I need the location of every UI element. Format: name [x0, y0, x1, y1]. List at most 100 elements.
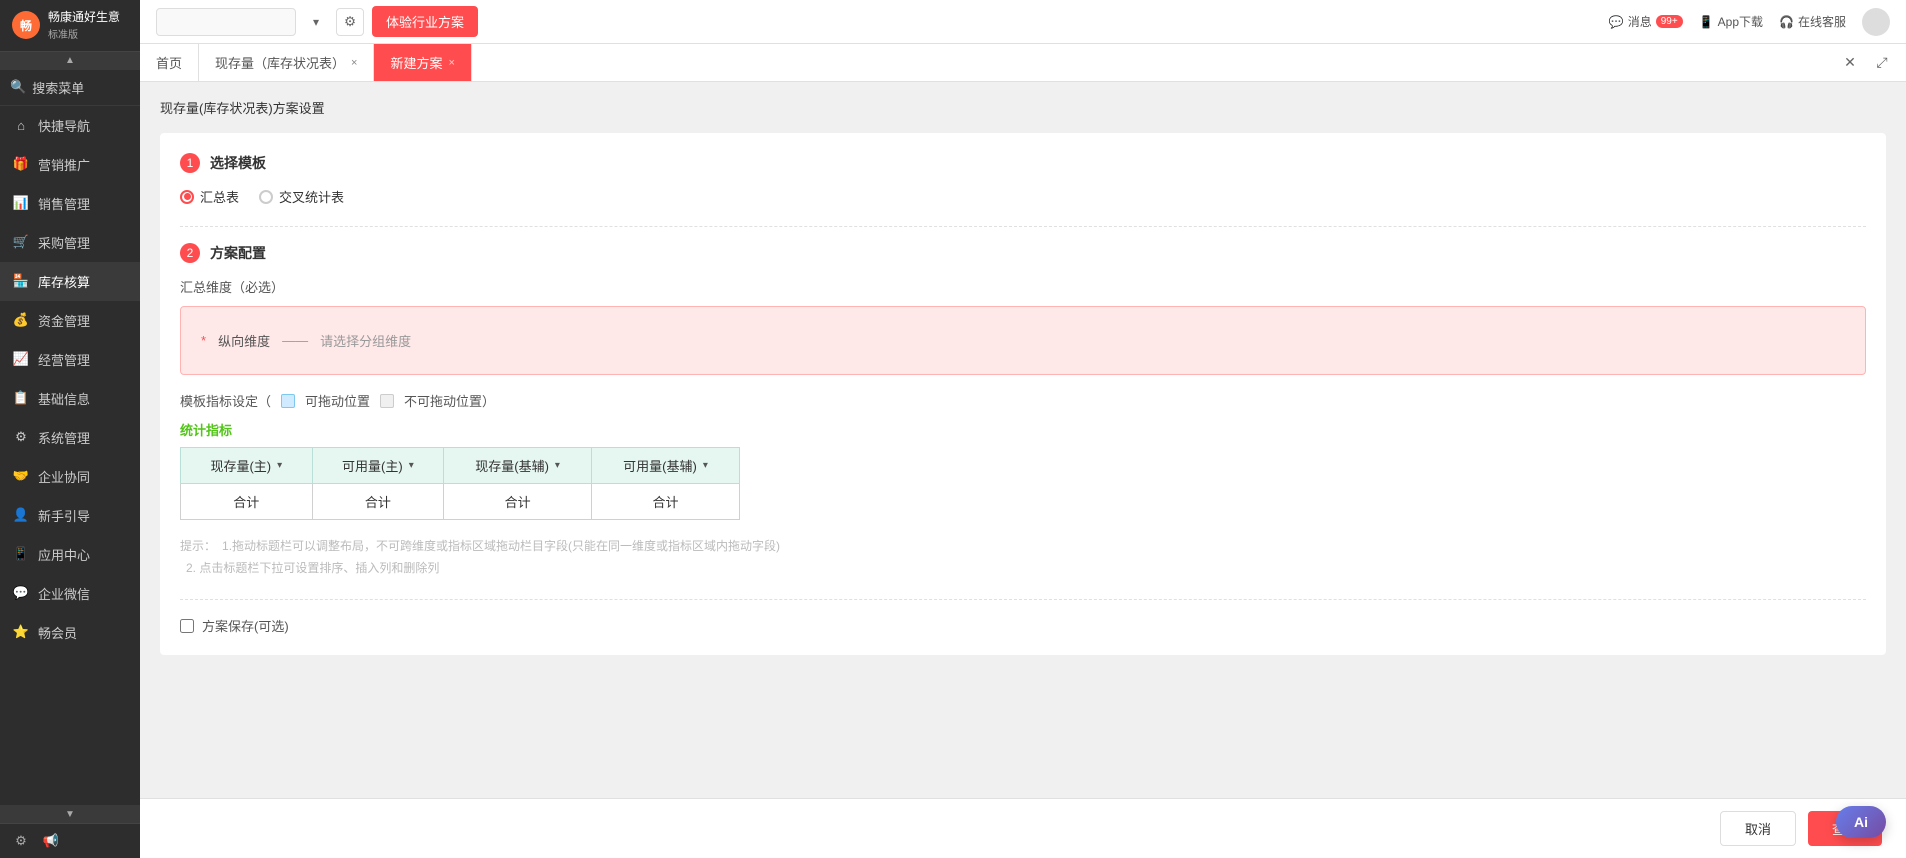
speaker-icon[interactable]: 📢 — [42, 832, 60, 850]
save-option: 方案保存(可选) — [180, 616, 1866, 635]
topbar-dropdown-btn[interactable]: ▾ — [304, 10, 328, 34]
star-icon: ⭐ — [12, 623, 30, 641]
sidebar-item-enterprise[interactable]: 🤝 企业协同 — [0, 457, 140, 496]
clipboard-icon: 📋 — [12, 389, 30, 407]
messages-btn[interactable]: 💬 消息 99+ — [1609, 13, 1683, 30]
vertical-dim-label: 纵向维度 — [218, 331, 270, 350]
tab-controls-right: ✕ ⤢ — [1838, 51, 1906, 75]
wechat-icon: 💬 — [12, 584, 30, 602]
sidebar-search-item[interactable]: 🔍 搜索菜单 — [0, 70, 140, 106]
topbar-right: 💬 消息 99+ 📱 App下载 🎧 在线客服 — [1609, 8, 1890, 36]
brand-icon: 畅 — [12, 11, 40, 39]
cell-0-0: 合计 — [181, 484, 313, 520]
stat-table: 现存量(主) ▾ 可用量(主) ▾ — [180, 447, 740, 520]
tab-inventory-close[interactable]: × — [351, 57, 357, 69]
sidebar-item-sales[interactable]: 📊 销售管理 — [0, 184, 140, 223]
phone-icon: 📱 — [1699, 15, 1714, 29]
brand-text: 畅康通好生意 标准版 — [48, 10, 120, 41]
radio-summary-dot — [180, 190, 194, 204]
app-download-btn[interactable]: 📱 App下载 — [1699, 13, 1763, 30]
chart-icon: 📊 — [12, 194, 30, 212]
money-icon: 💰 — [12, 311, 30, 329]
tab-inventory-status[interactable]: 现存量（库存状况表） × — [199, 44, 374, 81]
topbar: ▾ ⚙ 体验行业方案 💬 消息 99+ 📱 App下载 🎧 在线客服 — [140, 0, 1906, 44]
sidebar-item-wechat[interactable]: 💬 企业微信 — [0, 574, 140, 613]
topbar-settings-btn[interactable]: ⚙ — [336, 8, 364, 36]
drag-badge — [281, 394, 295, 408]
sidebar-item-app-center[interactable]: 📱 应用中心 — [0, 535, 140, 574]
dim-placeholder[interactable]: 请选择分组维度 — [320, 331, 411, 350]
template-options: 汇总表 交叉统计表 — [180, 187, 1866, 206]
divider2 — [180, 599, 1866, 600]
footer: 取消 查询 — [140, 798, 1906, 858]
sidebar-item-guide[interactable]: 👤 新手引导 — [0, 496, 140, 535]
col-arrow-1[interactable]: ▾ — [409, 460, 414, 471]
step1-section: 1 选择模板 汇总表 交叉统计表 — [180, 153, 1866, 206]
sidebar-item-operation[interactable]: 📈 经营管理 — [0, 340, 140, 379]
table-row-0: 合计 合计 合计 合计 — [181, 484, 740, 520]
sidebar-nav: ⌂ 快捷导航 🎁 营销推广 📊 销售管理 🛒 采购管理 🏪 库存核算 💰 资金管… — [0, 106, 140, 805]
step1-header: 1 选择模板 — [180, 153, 1866, 173]
col-arrow-3[interactable]: ▾ — [703, 460, 708, 471]
tip-row-1: 2. 点击标题栏下拉可设置排序、插入列和删除列 — [180, 558, 1866, 580]
ai-float-button[interactable]: Ai — [1836, 806, 1886, 838]
tab-new-plan[interactable]: 新建方案 × — [374, 44, 471, 81]
tip-row-0: 提示： 1.拖动标题栏可以调整布局，不可跨维度或指标区域拖动栏目字段(只能在同一… — [180, 536, 1866, 558]
step1-title: 选择模板 — [210, 153, 266, 173]
sidebar-item-purchase[interactable]: 🛒 采购管理 — [0, 223, 140, 262]
radio-cross[interactable]: 交叉统计表 — [259, 187, 344, 206]
trending-icon: 📈 — [12, 350, 30, 368]
col-header-2: 现存量(基辅) ▾ — [444, 448, 592, 484]
tab-home[interactable]: 首页 — [140, 44, 199, 81]
no-drag-badge — [380, 394, 394, 408]
handshake-icon: 🤝 — [12, 467, 30, 485]
tab-new-plan-close[interactable]: × — [448, 57, 454, 69]
topbar-search-input[interactable] — [156, 8, 296, 36]
main-content: ▾ ⚙ 体验行业方案 💬 消息 99+ 📱 App下载 🎧 在线客服 — [140, 0, 1906, 858]
sidebar-scroll-down[interactable]: ▼ — [0, 805, 140, 823]
message-badge: 99+ — [1656, 15, 1683, 28]
required-mark: * — [201, 333, 206, 348]
col-arrow-2[interactable]: ▾ — [555, 460, 560, 471]
sidebar-item-inventory[interactable]: 🏪 库存核算 — [0, 262, 140, 301]
tab-expand-btn[interactable]: ⤢ — [1870, 51, 1894, 75]
sidebar-bottom: ⚙ 📢 — [0, 823, 140, 858]
message-icon: 💬 — [1609, 15, 1624, 29]
trial-btn[interactable]: 体验行业方案 — [372, 6, 478, 37]
stat-section-title: 统计指标 — [180, 420, 1866, 439]
online-service-btn[interactable]: 🎧 在线客服 — [1779, 13, 1846, 30]
gear-icon: ⚙ — [12, 428, 30, 446]
config-panel: 1 选择模板 汇总表 交叉统计表 2 — [160, 133, 1886, 655]
headset-icon: 🎧 — [1779, 15, 1794, 29]
col-arrow-0[interactable]: ▾ — [277, 460, 282, 471]
user-icon: 👤 — [12, 506, 30, 524]
tab-close-btn[interactable]: ✕ — [1838, 51, 1862, 75]
user-avatar[interactable] — [1862, 8, 1890, 36]
step2-title: 方案配置 — [210, 243, 266, 263]
sidebar-item-system[interactable]: ⚙ 系统管理 — [0, 418, 140, 457]
sidebar-scroll-up[interactable]: ▲ — [0, 52, 140, 70]
radio-cross-dot — [259, 190, 273, 204]
cart-icon: 🛒 — [12, 233, 30, 251]
dim-dash: —— — [282, 333, 308, 348]
tips-section: 提示： 1.拖动标题栏可以调整布局，不可跨维度或指标区域拖动栏目字段(只能在同一… — [180, 536, 1866, 579]
search-icon: 🔍 — [10, 79, 26, 95]
save-checkbox[interactable] — [180, 619, 194, 633]
col-header-3: 可用量(基辅) ▾ — [592, 448, 740, 484]
topbar-left: ▾ ⚙ 体验行业方案 — [156, 6, 478, 37]
radio-summary[interactable]: 汇总表 — [180, 187, 239, 206]
home-icon: ⌂ — [12, 116, 30, 134]
sidebar-item-member[interactable]: ⭐ 畅会员 — [0, 613, 140, 652]
cell-0-2: 合计 — [444, 484, 592, 520]
sidebar: 畅 畅康通好生意 标准版 ▲ 🔍 搜索菜单 ⌂ 快捷导航 🎁 营销推广 📊 销售… — [0, 0, 140, 858]
settings-icon: ⚙ — [344, 14, 356, 30]
sidebar-item-finance[interactable]: 💰 资金管理 — [0, 301, 140, 340]
sidebar-item-marketing[interactable]: 🎁 营销推广 — [0, 145, 140, 184]
page-title: 现存量(库存状况表)方案设置 — [160, 98, 1886, 117]
sidebar-item-basic-info[interactable]: 📋 基础信息 — [0, 379, 140, 418]
settings-bottom-icon[interactable]: ⚙ — [12, 832, 30, 850]
step2-badge: 2 — [180, 243, 200, 263]
gift-icon: 🎁 — [12, 155, 30, 173]
cancel-button[interactable]: 取消 — [1720, 811, 1796, 846]
sidebar-item-quick-nav[interactable]: ⌂ 快捷导航 — [0, 106, 140, 145]
